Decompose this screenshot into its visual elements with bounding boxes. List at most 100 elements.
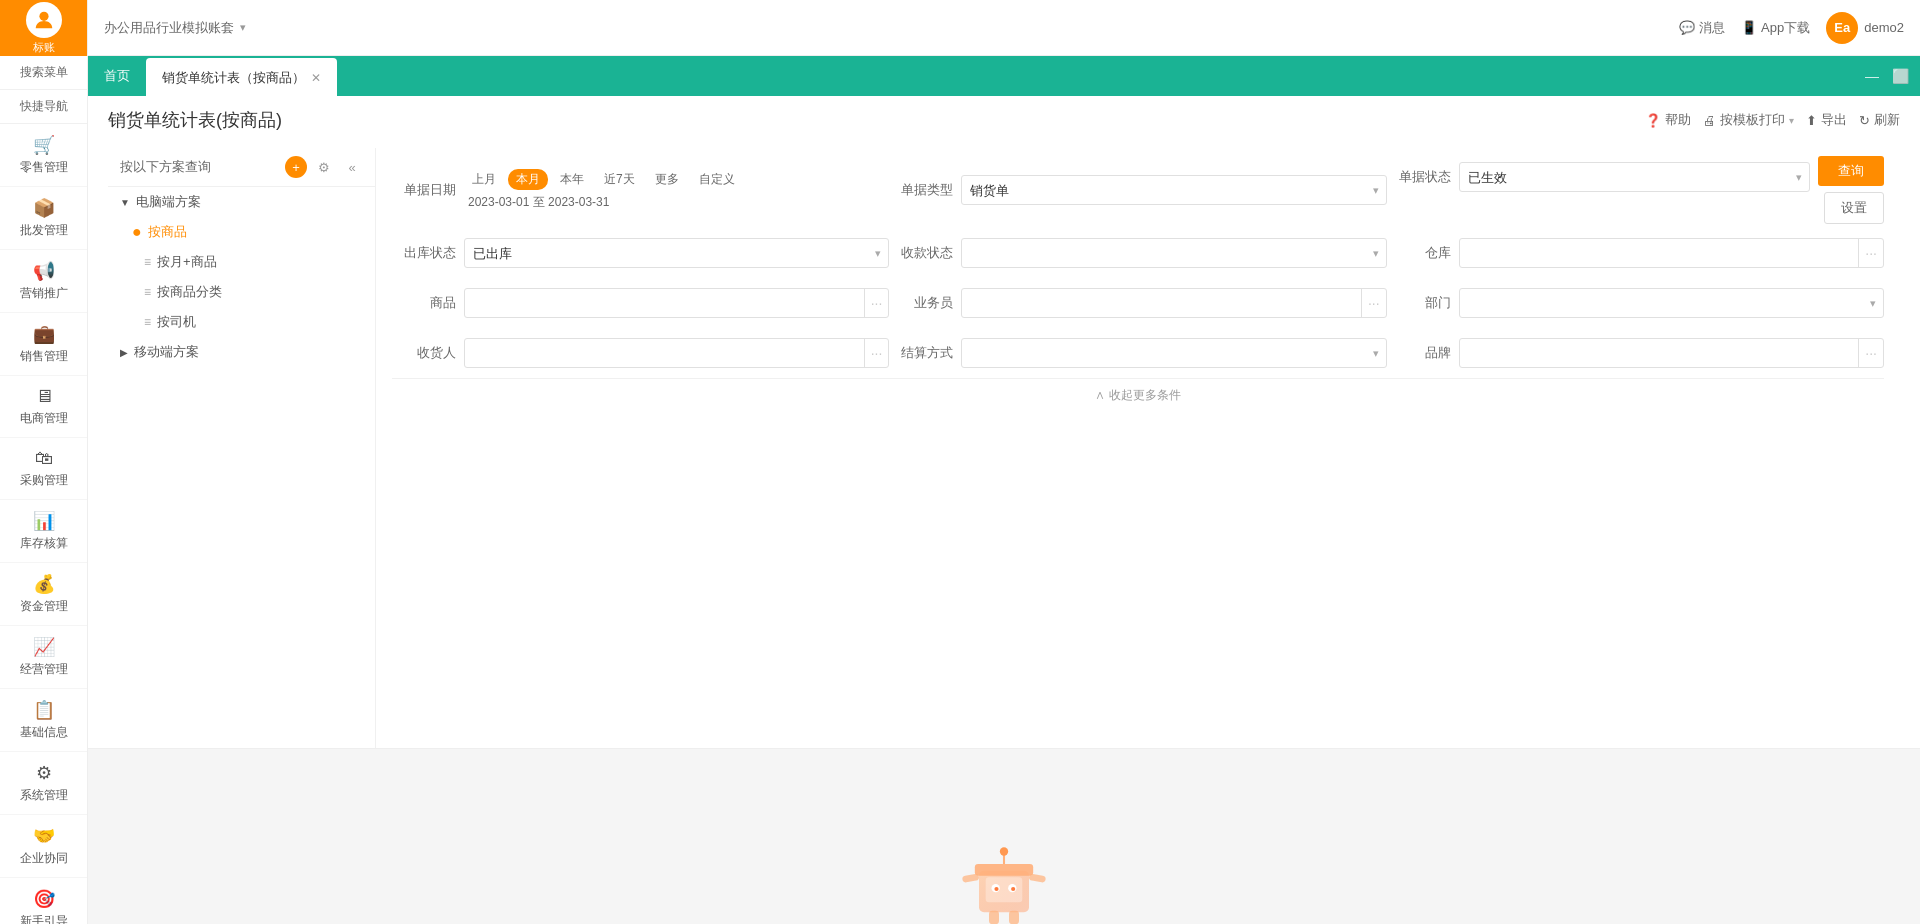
sidebar-item-sales[interactable]: 💼 销售管理	[0, 313, 87, 376]
filter-row-1: 单据日期 上月 本月 本年 近7天 更多 自定义	[392, 156, 1884, 224]
warehouse-label: 仓库	[1387, 244, 1459, 262]
filter-row-4: 收货人 ··· 结算方式	[392, 332, 1884, 374]
salesman-dots-button[interactable]: ···	[1361, 289, 1386, 317]
left-panel-header: 按以下方案查询 + ⚙ «	[108, 148, 375, 187]
sidebar-item-wholesale[interactable]: 📦 批发管理	[0, 187, 87, 250]
date-this-month[interactable]: 本月	[508, 169, 548, 190]
tree-item-by-goods[interactable]: ● 按商品	[108, 217, 375, 247]
tree-label-driver: 按司机	[157, 313, 196, 331]
sidebar-item-finance[interactable]: 💰 资金管理	[0, 563, 87, 626]
brand-dots-button[interactable]: ···	[1858, 339, 1883, 367]
date-controls: 上月 本月 本年 近7天 更多 自定义 2023-03-01 至 2023-03…	[464, 169, 889, 211]
export-label: 导出	[1821, 111, 1847, 129]
settlement-select[interactable]	[961, 338, 1386, 368]
settlement-label: 结算方式	[889, 344, 961, 362]
settings-button[interactable]: 设置	[1824, 192, 1884, 224]
brand-input[interactable]	[1460, 346, 1859, 361]
date-last-month[interactable]: 上月	[464, 169, 504, 190]
payment-label: 收款状态	[889, 244, 961, 262]
app-download-action[interactable]: 📱 App下载	[1741, 19, 1810, 37]
filter-warehouse-field: 仓库 ···	[1387, 232, 1884, 274]
warehouse-dots-button[interactable]: ···	[1858, 239, 1883, 267]
sidebar-item-ecommerce-label: 电商管理	[20, 410, 68, 427]
left-panel: 按以下方案查询 + ⚙ «	[108, 148, 376, 748]
user-profile[interactable]: Ea demo2	[1826, 12, 1904, 44]
svg-point-7	[1011, 887, 1015, 891]
add-scheme-button[interactable]: +	[285, 156, 307, 178]
outstatus-select[interactable]: 已出库	[464, 238, 889, 268]
search-menu-label: 搜索菜单	[20, 65, 68, 79]
filter-doctype-field: 单据类型 销货单	[889, 156, 1386, 224]
tree-item-by-driver[interactable]: ≡ 按司机	[108, 307, 375, 337]
date-this-year[interactable]: 本年	[552, 169, 592, 190]
filter-docstatus-row: 单据状态 已生效 查询 设置	[1387, 156, 1884, 224]
tab-close-icon[interactable]: ✕	[311, 71, 321, 85]
page-title: 销货单统计表(按商品)	[108, 108, 282, 132]
tree-arrow-mobile: ▶	[120, 347, 128, 358]
payment-select[interactable]	[961, 238, 1386, 268]
help-button[interactable]: ❓ 帮助	[1645, 111, 1691, 129]
maximize-button[interactable]: ⬜	[1888, 64, 1912, 88]
salesman-input[interactable]	[962, 296, 1361, 311]
tree-item-month-goods[interactable]: ≡ 按月+商品	[108, 247, 375, 277]
enterprise-icon: 🤝	[33, 825, 55, 847]
svg-point-0	[39, 11, 48, 20]
tab-home[interactable]: 首页	[88, 56, 146, 96]
goods-input[interactable]	[465, 296, 864, 311]
basic-icon: 📋	[33, 699, 55, 721]
tree-label-month-goods: 按月+商品	[157, 253, 217, 271]
export-button[interactable]: ⬆ 导出	[1806, 111, 1847, 129]
collapse-panel-button[interactable]: «	[341, 156, 363, 178]
refresh-button[interactable]: ↻ 刷新	[1859, 111, 1900, 129]
main-layout: 按以下方案查询 + ⚙ «	[108, 148, 1900, 748]
wholesale-icon: 📦	[33, 197, 55, 219]
date-range-text: 2023-03-01 至 2023-03-31	[468, 194, 609, 211]
settings-scheme-button[interactable]: ⚙	[313, 156, 335, 178]
svg-point-9	[1000, 847, 1008, 855]
tree-item-goods-category[interactable]: ≡ 按商品分类	[108, 277, 375, 307]
sidebar-item-basic[interactable]: 📋 基础信息	[0, 689, 87, 752]
warehouse-input[interactable]	[1460, 246, 1859, 261]
app-download-icon: 📱	[1741, 20, 1757, 35]
docstatus-select[interactable]: 已生效	[1459, 162, 1810, 192]
sidebar-item-enterprise[interactable]: 🤝 企业协同	[0, 815, 87, 878]
print-button[interactable]: 🖨 按模板打印 ▾	[1703, 111, 1794, 129]
doctype-select[interactable]: 销货单	[961, 175, 1386, 205]
tree-section-pc[interactable]: ▼ 电脑端方案	[108, 187, 375, 217]
sidebar-item-system[interactable]: ⚙ 系统管理	[0, 752, 87, 815]
sidebar-item-inventory[interactable]: 📊 库存核算	[0, 500, 87, 563]
message-label: 消息	[1699, 19, 1725, 37]
recipient-dots-button[interactable]: ···	[864, 339, 889, 367]
sidebar-item-retail[interactable]: 🛒 零售管理	[0, 124, 87, 187]
settings-icon: ⚙	[318, 160, 330, 175]
query-button[interactable]: 查询	[1818, 156, 1884, 186]
salesman-input-wrap: ···	[961, 288, 1386, 318]
date-custom[interactable]: 自定义	[691, 169, 743, 190]
date-7days[interactable]: 近7天	[596, 169, 643, 190]
quick-nav[interactable]: 快捷导航	[0, 90, 87, 124]
sidebar-item-ecommerce[interactable]: 🖥 电商管理	[0, 376, 87, 438]
tab-sales-stats[interactable]: 销货单统计表（按商品） ✕	[146, 58, 337, 98]
goods-dots-button[interactable]: ···	[864, 289, 889, 317]
date-more[interactable]: 更多	[647, 169, 687, 190]
search-menu[interactable]: 搜索菜单	[0, 56, 87, 90]
filter-docstatus-field: 单据状态 已生效	[1387, 156, 1810, 198]
goods-category-icon: ≡	[144, 285, 151, 299]
tree-section-mobile[interactable]: ▶ 移动端方案	[108, 337, 375, 367]
sidebar-item-purchase-label: 采购管理	[20, 472, 68, 489]
filter-department-field: 部门	[1387, 282, 1884, 324]
svg-point-6	[994, 887, 998, 891]
message-action[interactable]: 💬 消息	[1679, 19, 1725, 37]
collapse-bar[interactable]: ∧ 收起更多条件	[392, 378, 1884, 412]
sidebar-item-newbie[interactable]: 🎯 新手引导	[0, 878, 87, 924]
recipient-input[interactable]	[465, 346, 864, 361]
refresh-label: 刷新	[1874, 111, 1900, 129]
doctype-label: 单据类型	[889, 181, 961, 199]
tree-label-goods-category: 按商品分类	[157, 283, 222, 301]
minimize-button[interactable]: —	[1860, 64, 1884, 88]
logo-icon	[26, 2, 62, 38]
sidebar-item-operation[interactable]: 📈 经营管理	[0, 626, 87, 689]
sidebar-item-marketing[interactable]: 📢 营销推广	[0, 250, 87, 313]
sidebar-item-purchase[interactable]: 🛍 采购管理	[0, 438, 87, 500]
department-select[interactable]	[1459, 288, 1884, 318]
